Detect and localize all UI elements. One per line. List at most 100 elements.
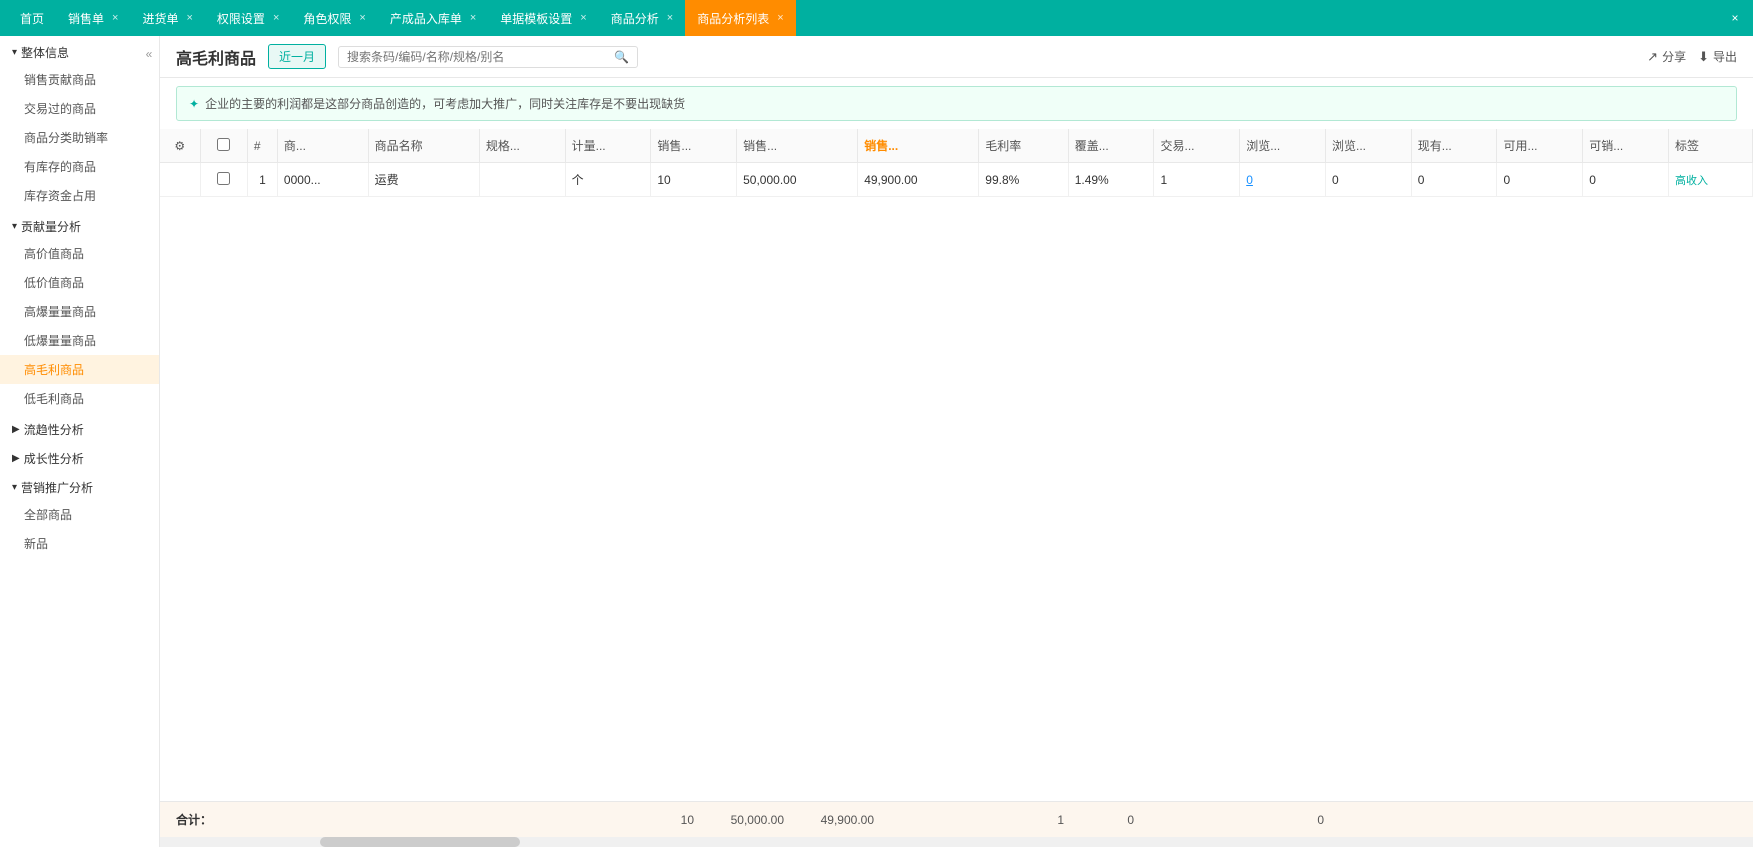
- nav-finished[interactable]: 产成品入库单 ×: [378, 0, 488, 36]
- nav-sales[interactable]: 销售单 ×: [56, 0, 130, 36]
- footer-sales1: 10: [640, 813, 700, 827]
- share-btn[interactable]: ↗ 分享: [1647, 48, 1686, 65]
- sidebar-group-trend[interactable]: ▶ 流趋性分析: [0, 413, 159, 442]
- nav-permissions[interactable]: 权限设置 ×: [205, 0, 291, 36]
- row-sellable: 0: [1583, 163, 1669, 197]
- col-current[interactable]: 现有...: [1411, 129, 1497, 163]
- sidebar-item-low-margin[interactable]: 低毛利商品: [0, 384, 159, 413]
- col-browse2[interactable]: 浏览...: [1325, 129, 1411, 163]
- col-trade[interactable]: 交易...: [1154, 129, 1240, 163]
- sidebar-item-sales-contrib[interactable]: 销售贡献商品: [0, 65, 159, 94]
- row-code: 0000...: [277, 163, 368, 197]
- info-icon: ✦: [189, 97, 199, 111]
- sidebar-item-low-burst[interactable]: 低爆量量商品: [0, 326, 159, 355]
- nav-purchase[interactable]: 进货单 ×: [130, 0, 204, 36]
- content-area: 高毛利商品 近一月 🔍 ↗ 分享 ⬇ 导出 ✦ 企业的主要的利润都是这部分商品创…: [160, 36, 1753, 847]
- select-all-checkbox[interactable]: [217, 138, 230, 151]
- main-layout: « ▾ 整体信息 销售贡献商品 交易过的商品 商品分类助销率 有库存的商品 库存…: [0, 36, 1753, 847]
- arrow-trend: ▶: [12, 424, 20, 435]
- info-text: 企业的主要的利润都是这部分商品创造的，可考虑加大推广，同时关注库存是不要出现缺货: [205, 95, 685, 112]
- top-navigation: 首页 销售单 × 进货单 × 权限设置 × 角色权限 × 产成品入库单 × 单据…: [0, 0, 1753, 36]
- sidebar-item-all-products[interactable]: 全部商品: [0, 500, 159, 529]
- col-margin-rate[interactable]: 毛利率: [979, 129, 1068, 163]
- search-icon[interactable]: 🔍: [614, 50, 629, 64]
- footer-bar: 合计： 10 50,000.00 49,900.00 1 0 0: [160, 801, 1753, 837]
- close-roles-tab[interactable]: ×: [359, 12, 365, 24]
- search-input[interactable]: [347, 50, 610, 64]
- table-row: 1 0000... 运费 个 10 50,000.00 49,900.00 99…: [160, 163, 1753, 197]
- col-sellable[interactable]: 可销...: [1583, 129, 1669, 163]
- header-actions: ↗ 分享 ⬇ 导出: [1647, 48, 1737, 65]
- sidebar-item-high-burst[interactable]: 高爆量量商品: [0, 297, 159, 326]
- row-margin-rate: 99.8%: [979, 163, 1068, 197]
- col-sales1[interactable]: 销售...: [651, 129, 737, 163]
- sidebar-collapse-btn[interactable]: «: [139, 44, 159, 64]
- col-code[interactable]: 商...: [277, 129, 368, 163]
- col-unit[interactable]: 计量...: [565, 129, 651, 163]
- sidebar-item-category-rate[interactable]: 商品分类助销率: [0, 123, 159, 152]
- sidebar-item-high-value[interactable]: 高价值商品: [0, 239, 159, 268]
- close-finished-tab[interactable]: ×: [470, 12, 476, 24]
- row-trade: 1: [1154, 163, 1240, 197]
- share-icon: ↗: [1647, 49, 1658, 65]
- row-browse2: 0: [1325, 163, 1411, 197]
- export-btn[interactable]: ⬇ 导出: [1698, 48, 1737, 65]
- row-browse1[interactable]: 0: [1240, 163, 1326, 197]
- sidebar-item-traded[interactable]: 交易过的商品: [0, 94, 159, 123]
- arrow-overall: ▾: [12, 47, 17, 58]
- col-sales3[interactable]: 销售...: [858, 129, 979, 163]
- close-template-tab[interactable]: ×: [580, 12, 586, 24]
- nav-roles[interactable]: 角色权限 ×: [291, 0, 377, 36]
- nav-analysis-list[interactable]: 商品分析列表 ×: [685, 0, 795, 36]
- table-container: ⚙ # 商... 商品名称 规格...: [160, 129, 1753, 801]
- col-spec[interactable]: 规格...: [479, 129, 565, 163]
- col-checkbox[interactable]: [200, 129, 247, 163]
- filter-month-btn[interactable]: 近一月: [268, 44, 326, 69]
- sidebar-group-marketing[interactable]: ▾ 营销推广分析: [0, 471, 159, 500]
- close-sales-tab[interactable]: ×: [112, 12, 118, 24]
- close-analysis-list-tab[interactable]: ×: [777, 12, 783, 24]
- col-num: #: [247, 129, 277, 163]
- col-cover[interactable]: 覆盖...: [1068, 129, 1154, 163]
- arrow-contribution: ▾: [12, 221, 17, 232]
- horizontal-scrollbar[interactable]: [160, 837, 1753, 847]
- sidebar-group-overall[interactable]: ▾ 整体信息: [0, 36, 159, 65]
- sidebar-item-new-products[interactable]: 新品: [0, 529, 159, 558]
- scroll-thumb[interactable]: [320, 837, 520, 847]
- close-all-tabs[interactable]: ×: [1717, 0, 1753, 36]
- search-box: 🔍: [338, 46, 638, 68]
- row-sales3: 49,900.00: [858, 163, 979, 197]
- col-available[interactable]: 可用...: [1497, 129, 1583, 163]
- nav-template[interactable]: 单据模板设置 ×: [488, 0, 598, 36]
- col-sales2[interactable]: 销售...: [737, 129, 858, 163]
- footer-label: 合计：: [176, 811, 212, 828]
- row-unit: 个: [565, 163, 651, 197]
- row-cover: 1.49%: [1068, 163, 1154, 197]
- settings-icon[interactable]: ⚙: [174, 139, 185, 153]
- sidebar-item-stock-fund[interactable]: 库存资金占用: [0, 181, 159, 210]
- nav-home[interactable]: 首页: [8, 0, 56, 36]
- sidebar: « ▾ 整体信息 销售贡献商品 交易过的商品 商品分类助销率 有库存的商品 库存…: [0, 36, 160, 847]
- row-num: 1: [247, 163, 277, 197]
- close-purchase-tab[interactable]: ×: [186, 12, 192, 24]
- row-checkbox-cell[interactable]: [200, 163, 247, 197]
- col-tag[interactable]: 标签: [1668, 129, 1752, 163]
- sidebar-item-low-value[interactable]: 低价值商品: [0, 268, 159, 297]
- row-current: 0: [1411, 163, 1497, 197]
- col-name[interactable]: 商品名称: [368, 129, 479, 163]
- data-table: ⚙ # 商... 商品名称 规格...: [160, 129, 1753, 197]
- row-checkbox[interactable]: [217, 172, 230, 185]
- info-bar: ✦ 企业的主要的利润都是这部分商品创造的，可考虑加大推广，同时关注库存是不要出现…: [176, 86, 1737, 121]
- close-analysis-tab[interactable]: ×: [667, 12, 673, 24]
- close-permissions-tab[interactable]: ×: [273, 12, 279, 24]
- nav-analysis[interactable]: 商品分析 ×: [599, 0, 685, 36]
- sidebar-item-with-stock[interactable]: 有库存的商品: [0, 152, 159, 181]
- sidebar-group-contribution[interactable]: ▾ 贡献量分析: [0, 210, 159, 239]
- col-browse1[interactable]: 浏览...: [1240, 129, 1326, 163]
- arrow-marketing: ▾: [12, 482, 17, 493]
- sidebar-item-high-margin[interactable]: 高毛利商品: [0, 355, 159, 384]
- footer-trade: 1: [1000, 813, 1070, 827]
- col-settings[interactable]: ⚙: [160, 129, 200, 163]
- page-title: 高毛利商品: [176, 45, 256, 69]
- sidebar-group-growth[interactable]: ▶ 成长性分析: [0, 442, 159, 471]
